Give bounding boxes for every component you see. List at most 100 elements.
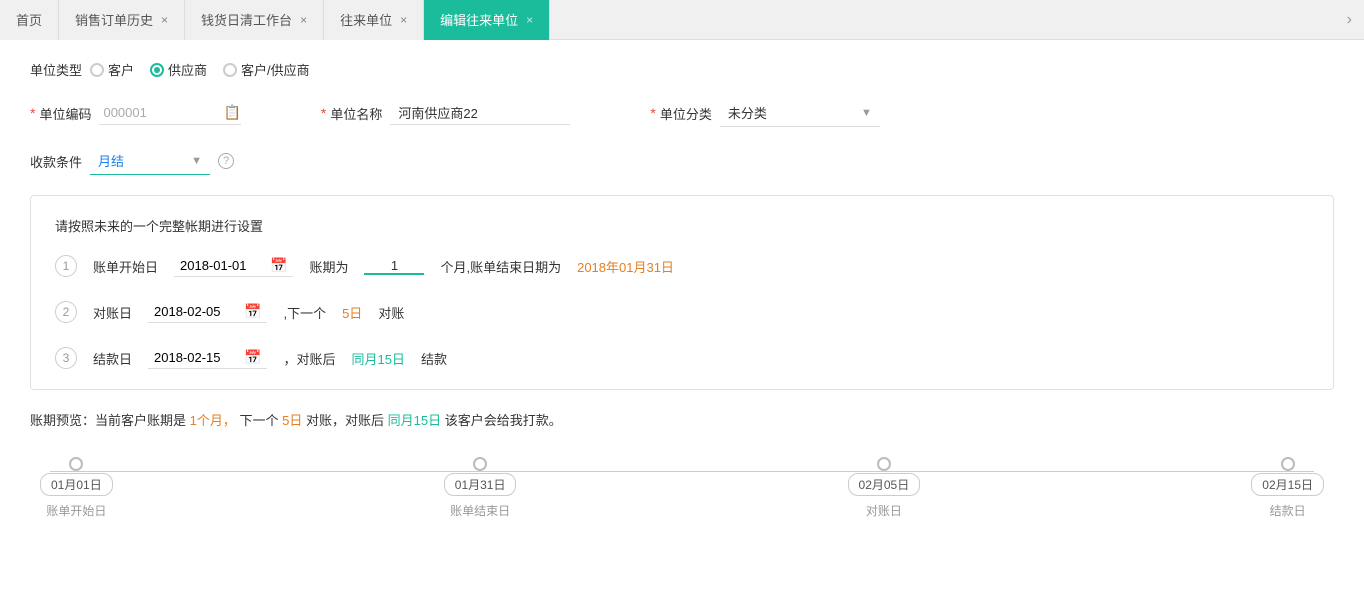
payment-dropdown-arrow: ▼ xyxy=(191,155,202,167)
step-3-cal-icon[interactable]: 📅 xyxy=(244,349,261,366)
timeline-date-2: 02月05日 xyxy=(859,478,910,492)
step-1-num: 1 xyxy=(55,255,77,277)
step-1-period-label: 账期为 xyxy=(309,257,348,276)
timeline-dot-3 xyxy=(1281,457,1295,471)
preview-highlight2: 5日 xyxy=(282,413,302,428)
radio-supplier[interactable]: 供应商 xyxy=(150,60,207,79)
timeline-point-3: 02月15日 结款日 xyxy=(1251,449,1324,519)
tab-sales-order-close[interactable]: × xyxy=(161,13,168,27)
name-required-star: * xyxy=(321,105,326,121)
timeline-date-0: 01月01日 xyxy=(51,478,102,492)
step-1-end-date: 2018年01月31日 xyxy=(577,257,674,276)
timeline-date-3: 02月15日 xyxy=(1262,478,1313,492)
tab-more-button[interactable]: › xyxy=(1335,11,1364,29)
timeline-date-1: 01月31日 xyxy=(455,478,506,492)
timeline-label-0: 账单开始日 xyxy=(46,502,106,519)
timeline-point-2: 02月05日 对账日 xyxy=(848,449,921,519)
tab-edit-partner-label: 编辑往来单位 xyxy=(440,10,518,29)
cat-required-star: * xyxy=(650,105,655,121)
tab-home-label: 首页 xyxy=(16,10,42,29)
step-1-date-field[interactable] xyxy=(180,258,270,273)
timeline-point-0: 01月01日 账单开始日 xyxy=(40,449,113,519)
timeline-badge-3: 02月15日 xyxy=(1251,473,1324,496)
step-2-label: 对账日 xyxy=(93,303,132,322)
tab-sales-order-label: 销售订单历史 xyxy=(75,10,153,29)
tab-sales-order[interactable]: 销售订单历史 × xyxy=(59,0,185,40)
step-2-num: 2 xyxy=(55,301,77,323)
tab-partner-label: 往来单位 xyxy=(340,10,392,29)
step-3-num: 3 xyxy=(55,347,77,369)
preview-highlight1: 1个月， xyxy=(190,413,236,428)
timeline-container: 01月01日 账单开始日 01月31日 账单结束日 02月05日 对账日 xyxy=(30,449,1334,519)
unit-code-label: 单位编码 xyxy=(39,104,91,123)
step-1-period-field[interactable] xyxy=(364,258,424,275)
unit-code-group: * 单位编码 📋 xyxy=(30,101,241,125)
unit-category-dropdown[interactable]: 未分类 ▼ xyxy=(720,99,880,127)
step-3-suffix-pre: ，对账后 xyxy=(283,349,335,368)
timeline-label-1: 账单结束日 xyxy=(450,502,510,519)
preview-middle2: 对账，对账后 xyxy=(306,413,384,428)
payment-condition-row: 收款条件 月结 ▼ ? xyxy=(30,147,1334,175)
period-section: 请按照未来的一个完整帐期进行设置 1 账单开始日 📅 账期为 个月,账单结束日期… xyxy=(30,195,1334,390)
timeline-point-1: 01月31日 账单结束日 xyxy=(444,449,517,519)
step-2-date-field[interactable] xyxy=(154,304,244,319)
unit-code-input-wrapper: 📋 xyxy=(99,101,240,125)
timeline-dot-2 xyxy=(877,457,891,471)
unit-category-value: 未分类 xyxy=(728,103,853,122)
timeline-points: 01月01日 账单开始日 01月31日 账单结束日 02月05日 对账日 xyxy=(40,449,1324,519)
tab-edit-partner-close[interactable]: × xyxy=(526,13,533,27)
payment-condition-group: 收款条件 月结 ▼ ? xyxy=(30,147,234,175)
timeline-badge-1: 01月31日 xyxy=(444,473,517,496)
step-3-date-field[interactable] xyxy=(154,350,244,365)
radio-both[interactable]: 客户/供应商 xyxy=(223,60,310,79)
unit-type-row: 单位类型 客户 供应商 客户/供应商 xyxy=(30,60,1334,79)
step-2-suffix-pre: ,下一个 xyxy=(283,303,326,322)
radio-both-circle xyxy=(223,63,237,77)
timeline-badge-0: 01月01日 xyxy=(40,473,113,496)
tab-partner[interactable]: 往来单位 × xyxy=(324,0,424,40)
radio-group: 客户 供应商 客户/供应商 xyxy=(90,60,310,79)
step-1-cal-icon[interactable]: 📅 xyxy=(270,257,287,274)
unit-code-input[interactable] xyxy=(99,101,219,124)
unit-name-label: 单位名称 xyxy=(330,104,382,123)
payment-help-icon[interactable]: ? xyxy=(218,153,234,169)
radio-customer-label: 客户 xyxy=(108,60,134,79)
preview-row: 账期预览：当前客户账期是 1个月， 下一个 5日 对账，对账后 同月15日 该客… xyxy=(30,410,1334,429)
timeline-label-3: 结款日 xyxy=(1270,502,1306,519)
timeline-dot-1 xyxy=(473,457,487,471)
step-3-date-input: 📅 xyxy=(148,347,267,369)
tab-home[interactable]: 首页 xyxy=(0,0,59,40)
unit-name-group: * 单位名称 xyxy=(321,101,570,125)
preview-prefix: 账期预览：当前客户账期是 xyxy=(30,413,186,428)
payment-condition-label: 收款条件 xyxy=(30,152,82,171)
tab-cash-work[interactable]: 钱货日清工作台 × xyxy=(185,0,324,40)
unit-category-group: * 单位分类 未分类 ▼ xyxy=(650,99,879,127)
preview-middle: 下一个 xyxy=(240,413,279,428)
payment-condition-value: 月结 xyxy=(98,151,183,170)
period-hint: 请按照未来的一个完整帐期进行设置 xyxy=(55,216,1309,235)
radio-both-label: 客户/供应商 xyxy=(241,60,310,79)
tab-partner-close[interactable]: × xyxy=(400,13,407,27)
preview-highlight3: 同月15日 xyxy=(388,413,441,428)
unit-category-label: 单位分类 xyxy=(660,104,712,123)
step-2-cal-icon[interactable]: 📅 xyxy=(244,303,261,320)
tab-cash-work-label: 钱货日清工作台 xyxy=(201,10,292,29)
step-1-period-input xyxy=(364,258,424,275)
code-copy-icon[interactable]: 📋 xyxy=(223,104,240,121)
step-2-suffix-highlight: 5日 xyxy=(342,303,362,322)
step-2-date-input: 📅 xyxy=(148,301,267,323)
radio-customer[interactable]: 客户 xyxy=(90,60,134,79)
step-2-row: 2 对账日 📅 ,下一个 5日 对账 xyxy=(55,301,1309,323)
unit-name-input[interactable] xyxy=(390,101,570,125)
step-1-label: 账单开始日 xyxy=(93,257,158,276)
step-1-row: 1 账单开始日 📅 账期为 个月,账单结束日期为 2018年01月31日 xyxy=(55,255,1309,277)
payment-condition-dropdown[interactable]: 月结 ▼ xyxy=(90,147,210,175)
tab-cash-work-close[interactable]: × xyxy=(300,13,307,27)
step-3-label: 结款日 xyxy=(93,349,132,368)
radio-customer-circle xyxy=(90,63,104,77)
step-1-period-unit: 个月,账单结束日期为 xyxy=(440,257,561,276)
tab-edit-partner[interactable]: 编辑往来单位 × xyxy=(424,0,550,40)
code-name-row: * 单位编码 📋 * 单位名称 * 单位分类 未分类 ▼ xyxy=(30,99,1334,127)
category-dropdown-arrow: ▼ xyxy=(861,107,872,119)
radio-supplier-circle xyxy=(150,63,164,77)
